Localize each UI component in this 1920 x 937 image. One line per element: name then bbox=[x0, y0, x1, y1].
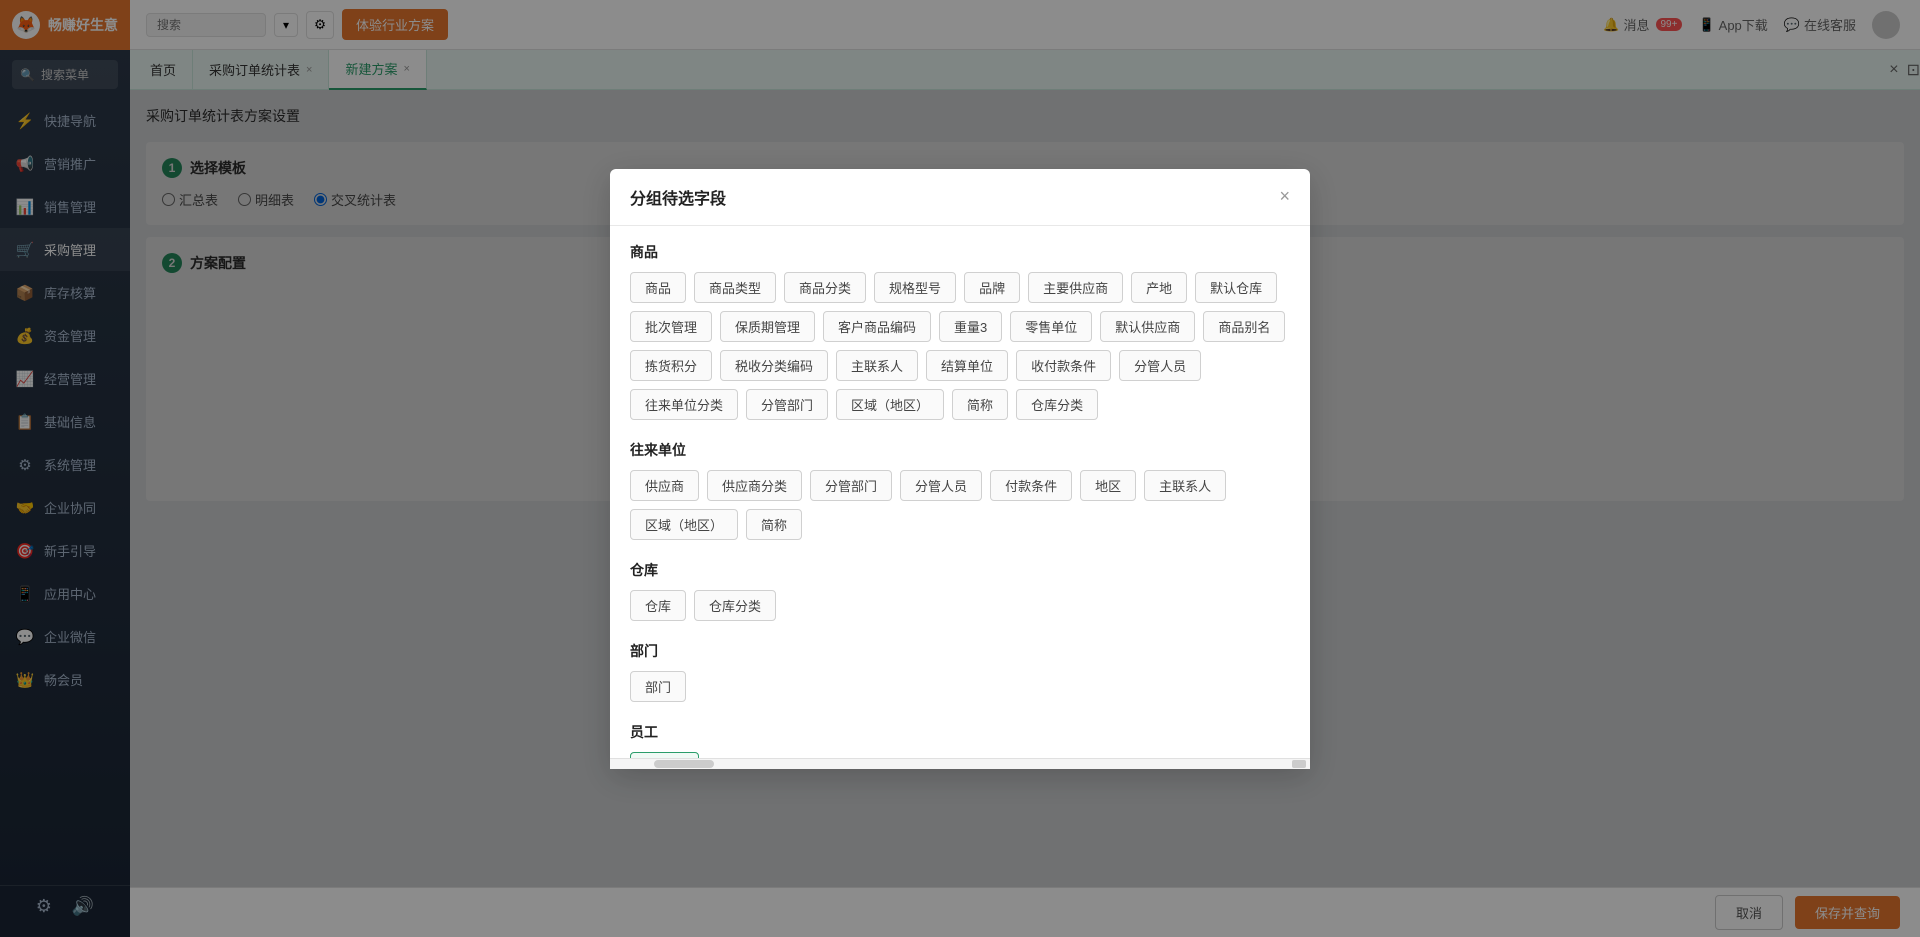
field-group-employee-title: 员工 bbox=[630, 722, 1290, 742]
field-tag-qy[interactable]: 区域（地区） bbox=[836, 389, 944, 420]
field-tag-sp[interactable]: 商品 bbox=[630, 272, 686, 303]
field-tag-bm[interactable]: 部门 bbox=[630, 671, 686, 702]
field-tag-jc2[interactable]: 简称 bbox=[746, 509, 802, 540]
field-tag-lsdw[interactable]: 零售单位 bbox=[1010, 311, 1092, 342]
field-tag-qydq[interactable]: 区域（地区） bbox=[630, 509, 738, 540]
field-tag-zljxr[interactable]: 主联系人 bbox=[836, 350, 918, 381]
field-tags-warehouse: 仓库 仓库分类 bbox=[630, 590, 1290, 621]
modal-body[interactable]: 商品 商品 商品类型 商品分类 规格型号 品牌 主要供应商 产地 默认仓库 批次… bbox=[610, 226, 1310, 758]
field-group-product: 商品 商品 商品类型 商品分类 规格型号 品牌 主要供应商 产地 默认仓库 批次… bbox=[630, 242, 1290, 420]
field-tag-sftjtj[interactable]: 收付款条件 bbox=[1016, 350, 1111, 381]
field-tag-ckfl[interactable]: 仓库分类 bbox=[1016, 389, 1098, 420]
modal-title: 分组待选字段 bbox=[630, 185, 726, 209]
field-tag-gglx[interactable]: 规格型号 bbox=[874, 272, 956, 303]
field-tag-fgry[interactable]: 分管人员 bbox=[1119, 350, 1201, 381]
field-tag-splx[interactable]: 商品类型 bbox=[694, 272, 776, 303]
modal-close-btn[interactable]: × bbox=[1279, 186, 1290, 207]
field-group-partner-title: 往来单位 bbox=[630, 440, 1290, 460]
field-tag-ck[interactable]: 仓库 bbox=[630, 590, 686, 621]
field-tag-pp[interactable]: 品牌 bbox=[964, 272, 1020, 303]
field-tags-department: 部门 bbox=[630, 671, 1290, 702]
field-tag-spfl[interactable]: 商品分类 bbox=[784, 272, 866, 303]
field-tag-pcgl[interactable]: 批次管理 bbox=[630, 311, 712, 342]
field-tag-lwdwfl[interactable]: 往来单位分类 bbox=[630, 389, 738, 420]
field-tag-gys[interactable]: 供应商 bbox=[630, 470, 699, 501]
field-group-employee: 员工 业务员 bbox=[630, 722, 1290, 758]
field-tag-cd[interactable]: 产地 bbox=[1131, 272, 1187, 303]
field-tag-ckfl2[interactable]: 仓库分类 bbox=[694, 590, 776, 621]
field-tag-fgry2[interactable]: 分管人员 bbox=[900, 470, 982, 501]
hscrollbar-right-arrow[interactable] bbox=[1292, 760, 1306, 768]
field-tag-mrck[interactable]: 默认仓库 bbox=[1195, 272, 1277, 303]
field-group-warehouse: 仓库 仓库 仓库分类 bbox=[630, 560, 1290, 621]
field-group-department-title: 部门 bbox=[630, 641, 1290, 661]
field-tag-spbm[interactable]: 商品别名 bbox=[1203, 311, 1285, 342]
field-tags-partner: 供应商 供应商分类 分管部门 分管人员 付款条件 地区 主联系人 区域（地区） … bbox=[630, 470, 1290, 540]
field-tag-zljxr2[interactable]: 主联系人 bbox=[1144, 470, 1226, 501]
field-tag-fgbm2[interactable]: 分管部门 bbox=[810, 470, 892, 501]
field-tag-gysfl[interactable]: 供应商分类 bbox=[707, 470, 802, 501]
field-tag-zl3[interactable]: 重量3 bbox=[939, 311, 1002, 342]
hscrollbar-thumb[interactable] bbox=[654, 760, 714, 768]
field-group-warehouse-title: 仓库 bbox=[630, 560, 1290, 580]
field-tag-dq[interactable]: 地区 bbox=[1080, 470, 1136, 501]
field-tag-mrgys[interactable]: 默认供应商 bbox=[1100, 311, 1195, 342]
field-tag-fktj[interactable]: 付款条件 bbox=[990, 470, 1072, 501]
field-tag-zygys[interactable]: 主要供应商 bbox=[1028, 272, 1123, 303]
field-tag-bzqgl[interactable]: 保质期管理 bbox=[720, 311, 815, 342]
field-tag-sssflbm[interactable]: 税收分类编码 bbox=[720, 350, 828, 381]
field-group-product-title: 商品 bbox=[630, 242, 1290, 262]
field-tags-product: 商品 商品类型 商品分类 规格型号 品牌 主要供应商 产地 默认仓库 批次管理 … bbox=[630, 272, 1290, 420]
modal-hscrollbar[interactable] bbox=[610, 758, 1310, 769]
field-tag-khspbm[interactable]: 客户商品编码 bbox=[823, 311, 931, 342]
field-tag-fgbm[interactable]: 分管部门 bbox=[746, 389, 828, 420]
modal-header: 分组待选字段 × bbox=[610, 169, 1310, 226]
field-tag-phji[interactable]: 拣货积分 bbox=[630, 350, 712, 381]
field-tag-jsdw[interactable]: 结算单位 bbox=[926, 350, 1008, 381]
field-tag-jc[interactable]: 简称 bbox=[952, 389, 1008, 420]
modal-field-select: 分组待选字段 × 商品 商品 商品类型 商品分类 规格型号 品牌 主要供应商 产… bbox=[610, 169, 1310, 769]
field-group-partner: 往来单位 供应商 供应商分类 分管部门 分管人员 付款条件 地区 主联系人 区域… bbox=[630, 440, 1290, 540]
field-group-department: 部门 部门 bbox=[630, 641, 1290, 702]
